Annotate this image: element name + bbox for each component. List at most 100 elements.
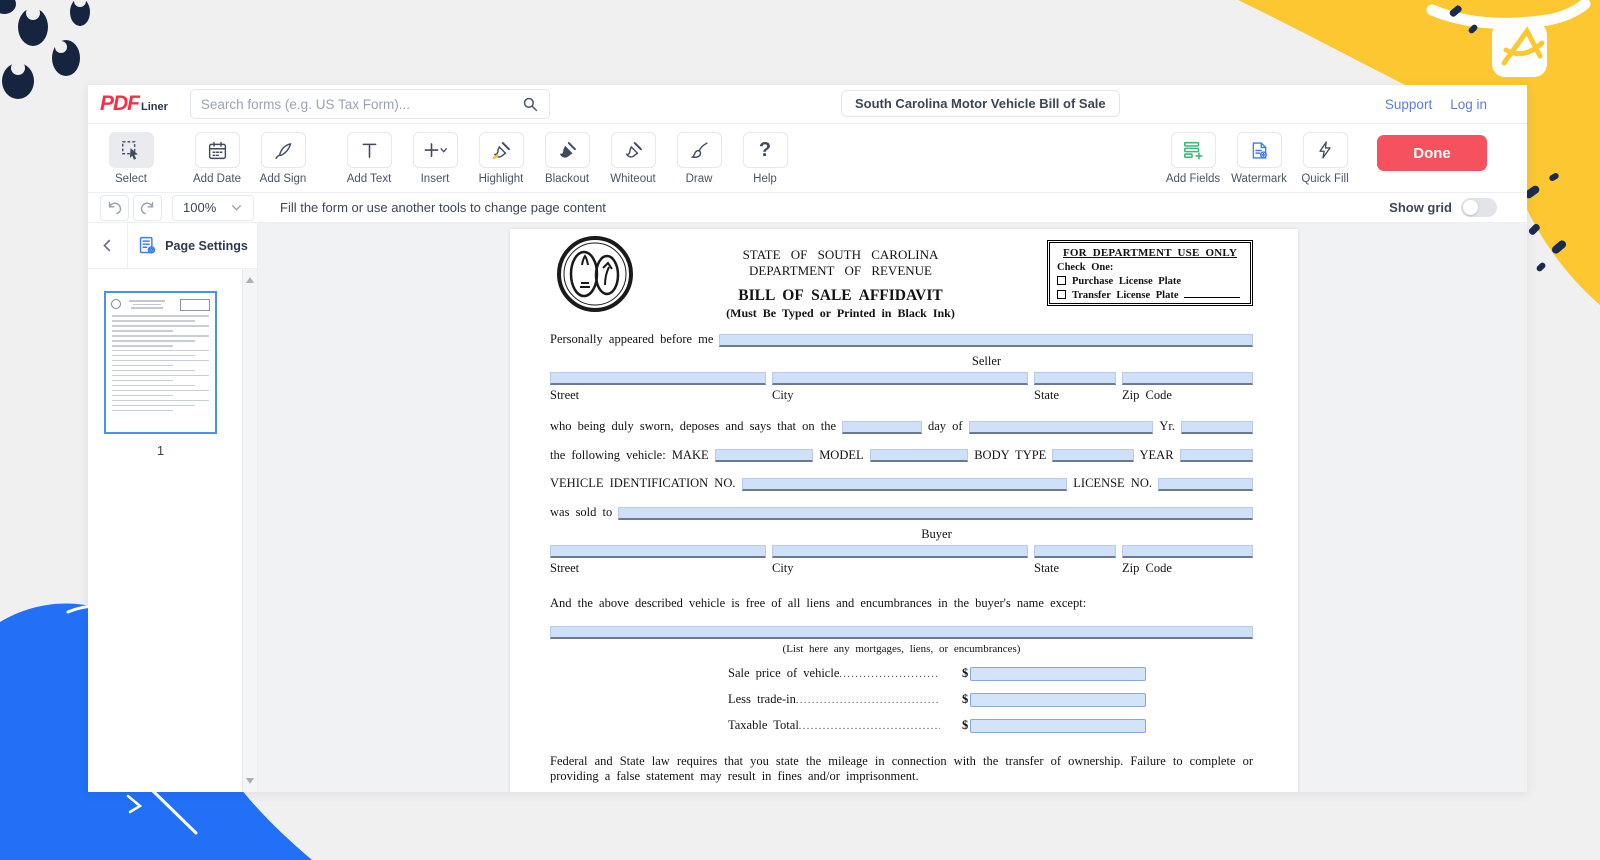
seller-city-label: City — [772, 387, 794, 402]
sold-to-label: was sold to — [550, 505, 613, 520]
transfer-plate-checkbox[interactable] — [1057, 290, 1066, 300]
taxable-total-field[interactable] — [970, 718, 1147, 733]
federal-paragraph: Federal and State law requires that you … — [550, 753, 1253, 783]
liens-paragraph: And the above described vehicle is free … — [550, 595, 1087, 610]
body-type-label: BODY TYPE — [974, 447, 1047, 462]
appeared-field[interactable] — [719, 333, 1253, 347]
help-icon: ? — [758, 139, 772, 161]
add-date-button[interactable]: Add Date — [189, 132, 245, 185]
seller-street-label: Street — [550, 387, 580, 402]
seller-label: Seller — [971, 353, 1002, 368]
document-canvas[interactable]: STATE OF SOUTH CAROLINA DEPARTMENT OF RE… — [258, 223, 1527, 792]
page-thumbnail-1[interactable] — [104, 291, 217, 434]
search-bar[interactable] — [189, 89, 550, 119]
help-button[interactable]: ? Help — [737, 132, 793, 185]
trade-in-field[interactable] — [970, 692, 1147, 707]
scroll-down-arrow[interactable] — [246, 778, 254, 784]
buyer-name-field[interactable] — [618, 506, 1253, 520]
document-title-pill[interactable]: South Carolina Motor Vehicle Bill of Sal… — [841, 90, 1120, 117]
sale-price-field[interactable] — [970, 666, 1147, 681]
highlight-button[interactable]: Highlight — [473, 132, 529, 185]
add-text-button[interactable]: Add Text — [341, 132, 397, 185]
south-carolina-seal — [557, 236, 633, 312]
body-type-field[interactable] — [1052, 449, 1134, 463]
sub-toolbar: 100% Fill the form or use another tools … — [88, 193, 1527, 223]
scroll-up-arrow[interactable] — [246, 277, 254, 283]
blackout-button[interactable]: Blackout — [539, 132, 595, 185]
undo-button[interactable] — [100, 194, 129, 221]
leader-dots — [796, 695, 940, 706]
zoom-value: 100% — [183, 200, 217, 215]
vin-label: VEHICLE IDENTIFICATION NO. — [550, 476, 736, 491]
buyer-street-label: Street — [550, 560, 580, 575]
watermark-button[interactable]: Watermark — [1231, 132, 1287, 185]
seller-city-field[interactable] — [772, 371, 1028, 385]
chevron-down-icon — [232, 205, 241, 211]
vin-field[interactable] — [741, 478, 1068, 492]
editor-hint-text: Fill the form or use another tools to ch… — [280, 200, 606, 215]
add-sign-button[interactable]: Add Sign — [255, 132, 311, 185]
year-field-sworn[interactable] — [1181, 420, 1253, 434]
page-settings-tab[interactable]: Page Settings — [128, 223, 257, 268]
leader-dots — [799, 721, 940, 732]
sidebar-collapse-button[interactable] — [88, 223, 128, 268]
department-use-box: FOR DEPARTMENT USE ONLY Check One: Purch… — [1047, 240, 1253, 306]
liens-field[interactable] — [550, 625, 1253, 639]
seller-state-label: State — [1034, 387, 1059, 402]
insert-button[interactable]: Insert — [407, 132, 463, 185]
license-field[interactable] — [1158, 478, 1253, 492]
seller-street-field[interactable] — [550, 371, 766, 385]
login-link[interactable]: Log in — [1450, 97, 1487, 112]
buyer-street-field[interactable] — [550, 544, 766, 558]
quick-fill-button[interactable]: Quick Fill — [1297, 132, 1353, 185]
lightning-icon — [1319, 141, 1331, 159]
seller-state-field[interactable] — [1034, 371, 1116, 385]
buyer-city-field[interactable] — [772, 544, 1028, 558]
transfer-plate-line — [1184, 290, 1241, 299]
draw-button[interactable]: Draw — [671, 132, 727, 185]
search-input[interactable] — [200, 96, 521, 112]
insert-plus-icon — [424, 142, 448, 157]
app-window: PDF Liner South Carolina Motor Vehicle B… — [88, 85, 1527, 792]
liens-note: (List here any mortgages, liens, or encu… — [782, 642, 1021, 655]
trade-in-label: Less trade-in — [728, 691, 796, 706]
thumbnail-page-number: 1 — [156, 443, 165, 458]
year-field[interactable] — [1179, 449, 1253, 463]
redo-button[interactable] — [133, 194, 162, 221]
search-icon[interactable] — [521, 95, 539, 113]
seller-zip-field[interactable] — [1122, 371, 1253, 385]
doc-subtitle: (Must Be Typed or Printed in Black Ink) — [726, 305, 955, 320]
leader-dots — [839, 669, 940, 680]
main-toolbar: Select Add Date Add Sign Add Text Insert… — [88, 123, 1527, 193]
support-link[interactable]: Support — [1385, 97, 1432, 112]
doc-title: BILL OF SALE AFFIDAVIT — [738, 287, 943, 305]
calendar-icon — [208, 141, 226, 159]
appeared-label: Personally appeared before me — [550, 332, 714, 347]
model-field[interactable] — [869, 449, 969, 463]
day-field[interactable] — [842, 420, 922, 434]
select-tool-button[interactable]: Select — [103, 132, 159, 185]
whiteout-button[interactable]: Whiteout — [605, 132, 661, 185]
purchase-plate-label: Purchase License Plate — [1072, 276, 1182, 288]
text-icon — [362, 143, 376, 158]
sworn-label: who being duly sworn, deposes and says t… — [550, 418, 836, 433]
buyer-label: Buyer — [921, 526, 952, 541]
buyer-state-field[interactable] — [1034, 544, 1116, 558]
month-field[interactable] — [968, 420, 1154, 434]
thumbnails-panel: 1 — [88, 269, 257, 792]
pdfliner-logo[interactable]: PDF Liner — [100, 92, 168, 116]
show-grid-toggle[interactable] — [1461, 198, 1497, 217]
purchase-plate-checkbox[interactable] — [1057, 276, 1066, 286]
add-fields-button[interactable]: Add Fields — [1165, 132, 1221, 185]
thumb-seal — [111, 299, 121, 309]
app-header: PDF Liner South Carolina Motor Vehicle B… — [88, 85, 1527, 123]
make-field[interactable] — [714, 449, 814, 463]
sidebar-scrollbar[interactable] — [242, 269, 257, 792]
redo-icon — [140, 201, 154, 215]
dollar-sign: $ — [962, 717, 969, 732]
done-button[interactable]: Done — [1377, 135, 1487, 171]
logo-liner-text: Liner — [141, 101, 168, 113]
buyer-zip-label: Zip Code — [1122, 560, 1172, 575]
zoom-level-select[interactable]: 100% — [172, 194, 254, 221]
buyer-zip-field[interactable] — [1122, 544, 1253, 558]
